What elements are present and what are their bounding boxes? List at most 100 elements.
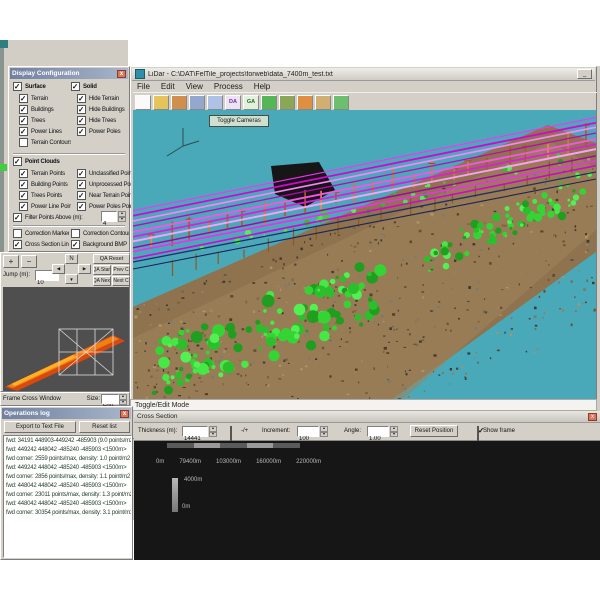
next-c-button[interactable]: Next C xyxy=(112,276,130,286)
pan-north-button[interactable]: N xyxy=(65,254,78,264)
checkbox[interactable] xyxy=(77,169,86,178)
trees-layer-icon[interactable] xyxy=(261,94,277,110)
export-text-button[interactable]: Export to Text File xyxy=(4,421,76,433)
dock-tab[interactable] xyxy=(0,40,8,48)
checkbox-item[interactable]: Building Points xyxy=(19,179,71,190)
checkbox-item[interactable]: Unclassified Points xyxy=(77,168,131,179)
terrain-layer-icon[interactable] xyxy=(279,94,295,110)
menu-item-view[interactable]: View xyxy=(186,82,203,91)
menu-item-process[interactable]: Process xyxy=(214,82,243,91)
minimize-button[interactable]: _ xyxy=(577,69,592,79)
da-tool-icon[interactable]: DA xyxy=(225,94,241,110)
pan-east-button[interactable]: ▶ xyxy=(78,264,91,274)
thickness-spinner[interactable]: ▲ ▼ xyxy=(209,426,217,437)
checkbox-item[interactable]: Buildings xyxy=(19,104,71,115)
reset-list-button[interactable]: Reset list xyxy=(79,421,130,433)
cross-section-view[interactable]: 0m 79400m 103000m 160000m 220000m 4000m 0m xyxy=(134,441,600,560)
pan-west-button[interactable]: ◀ xyxy=(52,264,65,274)
filter-points-spinner[interactable]: ▲ ▼ xyxy=(118,211,126,222)
main-titlebar[interactable]: LiDar - C:\DAT\FelTile_projects\forweb\d… xyxy=(132,68,595,81)
pan-south-button[interactable]: ▼ xyxy=(65,274,78,284)
increment-spinner[interactable]: ▲ ▼ xyxy=(320,426,328,437)
prev-c-button[interactable]: Prev C xyxy=(112,265,130,275)
checkbox-item[interactable]: Power Line Points xyxy=(19,201,71,212)
menu-item-edit[interactable]: Edit xyxy=(161,82,175,91)
angle-input[interactable] xyxy=(367,426,389,442)
checkbox[interactable] xyxy=(13,82,22,91)
navigator-map[interactable] xyxy=(3,287,129,391)
checkbox-item[interactable]: Terrain Points xyxy=(19,168,71,179)
checkbox[interactable] xyxy=(13,157,22,166)
size-input[interactable] xyxy=(101,394,119,410)
checkbox-item[interactable]: Hide Buildings xyxy=(77,104,129,115)
size-spinner[interactable]: ▲ ▼ xyxy=(119,394,127,405)
open-folder-icon[interactable] xyxy=(153,94,169,110)
reset-position-button[interactable]: Reset Position xyxy=(410,425,458,437)
thickness-input[interactable] xyxy=(182,426,208,442)
checkbox[interactable] xyxy=(19,105,28,114)
angle-spinner[interactable]: ▲ ▼ xyxy=(390,426,398,437)
checkbox[interactable] xyxy=(19,180,28,189)
qa-reset-button[interactable]: QA Reset xyxy=(93,254,130,264)
close-icon[interactable]: x xyxy=(117,69,126,78)
checkbox-item[interactable]: Correction Markers xyxy=(13,228,69,239)
close-icon[interactable]: x xyxy=(588,412,597,421)
checkbox[interactable] xyxy=(19,138,28,147)
dock-tab-green[interactable] xyxy=(0,164,7,171)
filter-points-row[interactable]: Filter Points Above (m): xyxy=(13,212,83,223)
checkbox-item[interactable]: Hide Trees xyxy=(77,115,129,126)
jump-value[interactable] xyxy=(36,280,58,286)
checkbox-item[interactable]: Unprocessed Points xyxy=(77,179,131,190)
checkbox[interactable] xyxy=(13,240,22,249)
menu-item-help[interactable]: Help xyxy=(254,82,270,91)
checkbox[interactable] xyxy=(77,94,86,103)
log-titlebar[interactable]: Operations log x xyxy=(2,408,131,419)
increment-input[interactable] xyxy=(297,426,319,442)
checkbox[interactable] xyxy=(71,240,80,249)
checkbox[interactable] xyxy=(19,202,28,211)
solid-header[interactable]: Solid xyxy=(71,81,97,92)
zoom-tool-icon[interactable] xyxy=(207,94,223,110)
checkbox-item[interactable]: Cross Section Line xyxy=(13,239,69,250)
checkbox-item[interactable]: Near Terrain Points xyxy=(77,190,131,201)
checkbox-item[interactable]: Hide Terrain xyxy=(77,93,129,104)
surface-header[interactable]: Surface xyxy=(13,81,46,92)
viewport-3d-scene[interactable] xyxy=(133,110,596,401)
zoom-in-button[interactable]: + xyxy=(3,255,19,268)
checkbox[interactable] xyxy=(19,116,28,125)
photo-layer-icon[interactable] xyxy=(315,94,331,110)
checkbox[interactable] xyxy=(19,127,28,136)
qa-next-button[interactable]: QA Next xyxy=(93,276,111,286)
display-icon[interactable] xyxy=(189,94,205,110)
checkbox[interactable] xyxy=(13,213,22,222)
checkbox-item[interactable]: Power Lines xyxy=(19,126,71,137)
image-view-icon[interactable] xyxy=(171,94,187,110)
cross-section-titlebar[interactable]: Cross Section x xyxy=(134,411,600,423)
checkbox[interactable] xyxy=(71,82,80,91)
zoom-out-button[interactable]: − xyxy=(21,255,37,268)
checkbox[interactable] xyxy=(71,229,80,238)
checkbox[interactable] xyxy=(77,105,86,114)
checkbox-item[interactable]: Trees xyxy=(19,115,71,126)
checkbox[interactable] xyxy=(77,191,86,200)
point-clouds-header[interactable]: Point Clouds xyxy=(13,156,60,167)
checkbox-item[interactable]: Trees Points xyxy=(19,190,71,201)
checkbox[interactable] xyxy=(19,191,28,200)
menu-item-file[interactable]: File xyxy=(137,82,150,91)
checkbox[interactable] xyxy=(19,94,28,103)
ortho-layer-icon[interactable] xyxy=(297,94,313,110)
qa-start-button[interactable]: QA Start xyxy=(93,265,111,275)
checkbox[interactable] xyxy=(77,180,86,189)
display-config-titlebar[interactable]: Display Configuration x xyxy=(10,68,128,79)
checkbox[interactable] xyxy=(77,116,86,125)
checkbox[interactable] xyxy=(19,169,28,178)
filter-points-input[interactable] xyxy=(101,211,117,227)
checkbox-item[interactable]: Terrain xyxy=(19,93,71,104)
checkbox[interactable] xyxy=(77,127,86,136)
close-icon[interactable]: x xyxy=(120,409,129,418)
checkbox-item[interactable]: Terrain Contours xyxy=(19,137,71,148)
vegetation-layer-icon[interactable] xyxy=(333,94,349,110)
log-list[interactable]: fwd: 34191 448903-449242 -485903 (9.0 po… xyxy=(3,435,132,558)
checkbox[interactable] xyxy=(77,202,86,211)
checkbox-item[interactable]: Correction Contours xyxy=(71,228,129,239)
